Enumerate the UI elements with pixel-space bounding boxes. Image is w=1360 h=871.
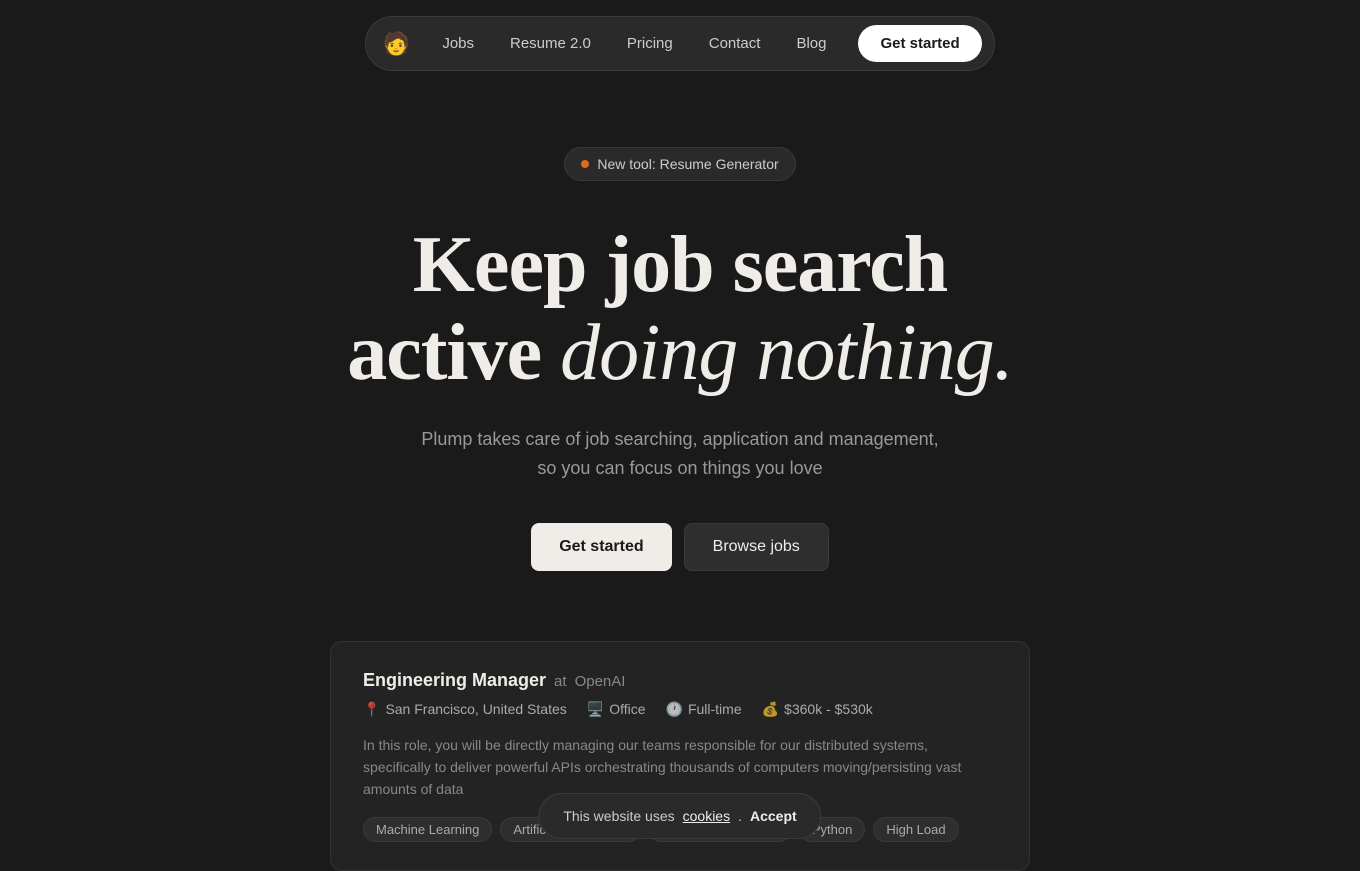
cookie-accept-button[interactable]: Accept: [750, 808, 797, 824]
announcement-badge[interactable]: New tool: Resume Generator: [564, 147, 795, 181]
nav-link-blog[interactable]: Blog: [780, 27, 842, 60]
hero-title-line1: Keep job search: [413, 221, 948, 309]
location-icon: 📍: [363, 701, 380, 718]
hero-title-line2-normal: active: [347, 309, 560, 397]
nav-link-jobs[interactable]: Jobs: [426, 27, 490, 60]
job-card-header: Engineering Manager at OpenAI: [363, 670, 997, 691]
badge-text: New tool: Resume Generator: [597, 156, 778, 172]
hero-section: New tool: Resume Generator Keep job sear…: [0, 87, 1360, 611]
nav-links: Jobs Resume 2.0 Pricing Contact Blog: [426, 27, 842, 60]
navbar: 🧑 Jobs Resume 2.0 Pricing Contact Blog G…: [0, 0, 1360, 87]
hero-browse-jobs-button[interactable]: Browse jobs: [684, 523, 829, 571]
cookie-message: This website uses: [563, 808, 674, 824]
job-schedule: 🕐 Full-time: [666, 701, 742, 718]
job-company-name: OpenAI: [575, 673, 626, 690]
job-work-type-text: Office: [609, 701, 645, 717]
job-location: 📍 San Francisco, United States: [363, 701, 567, 718]
job-location-text: San Francisco, United States: [385, 701, 566, 717]
badge-dot-icon: [581, 160, 589, 168]
hero-title-italic: doing nothing.: [560, 309, 1013, 397]
job-salary-text: $360k - $530k: [784, 701, 873, 717]
office-icon: 🖥️: [587, 701, 604, 718]
job-work-type: 🖥️ Office: [587, 701, 646, 718]
salary-icon: 💰: [762, 701, 779, 718]
cookie-link[interactable]: cookies: [683, 808, 730, 824]
job-schedule-text: Full-time: [688, 701, 742, 717]
job-tag-highload[interactable]: High Load: [873, 817, 958, 842]
hero-subtitle: Plump takes care of job searching, appli…: [420, 425, 940, 483]
job-meta: 📍 San Francisco, United States 🖥️ Office…: [363, 701, 997, 718]
nav-cta-button[interactable]: Get started: [858, 25, 981, 62]
clock-icon: 🕐: [666, 701, 683, 718]
cookie-suffix: .: [738, 808, 742, 824]
hero-get-started-button[interactable]: Get started: [531, 523, 671, 571]
job-title: Engineering Manager: [363, 670, 546, 691]
job-tag-ml[interactable]: Machine Learning: [363, 817, 492, 842]
nav-inner: 🧑 Jobs Resume 2.0 Pricing Contact Blog G…: [365, 16, 994, 71]
hero-buttons: Get started Browse jobs: [531, 523, 829, 571]
nav-link-resume[interactable]: Resume 2.0: [494, 27, 607, 60]
logo-icon: 🧑: [383, 31, 410, 57]
nav-logo: 🧑: [378, 26, 414, 62]
cookie-banner: This website uses cookies . Accept: [538, 793, 821, 839]
nav-link-contact[interactable]: Contact: [693, 27, 777, 60]
nav-link-pricing[interactable]: Pricing: [611, 27, 689, 60]
job-company-prefix: at: [554, 673, 567, 690]
job-salary: 💰 $360k - $530k: [762, 701, 873, 718]
job-description: In this role, you will be directly manag…: [363, 734, 997, 801]
hero-title: Keep job search active doing nothing.: [347, 221, 1013, 397]
